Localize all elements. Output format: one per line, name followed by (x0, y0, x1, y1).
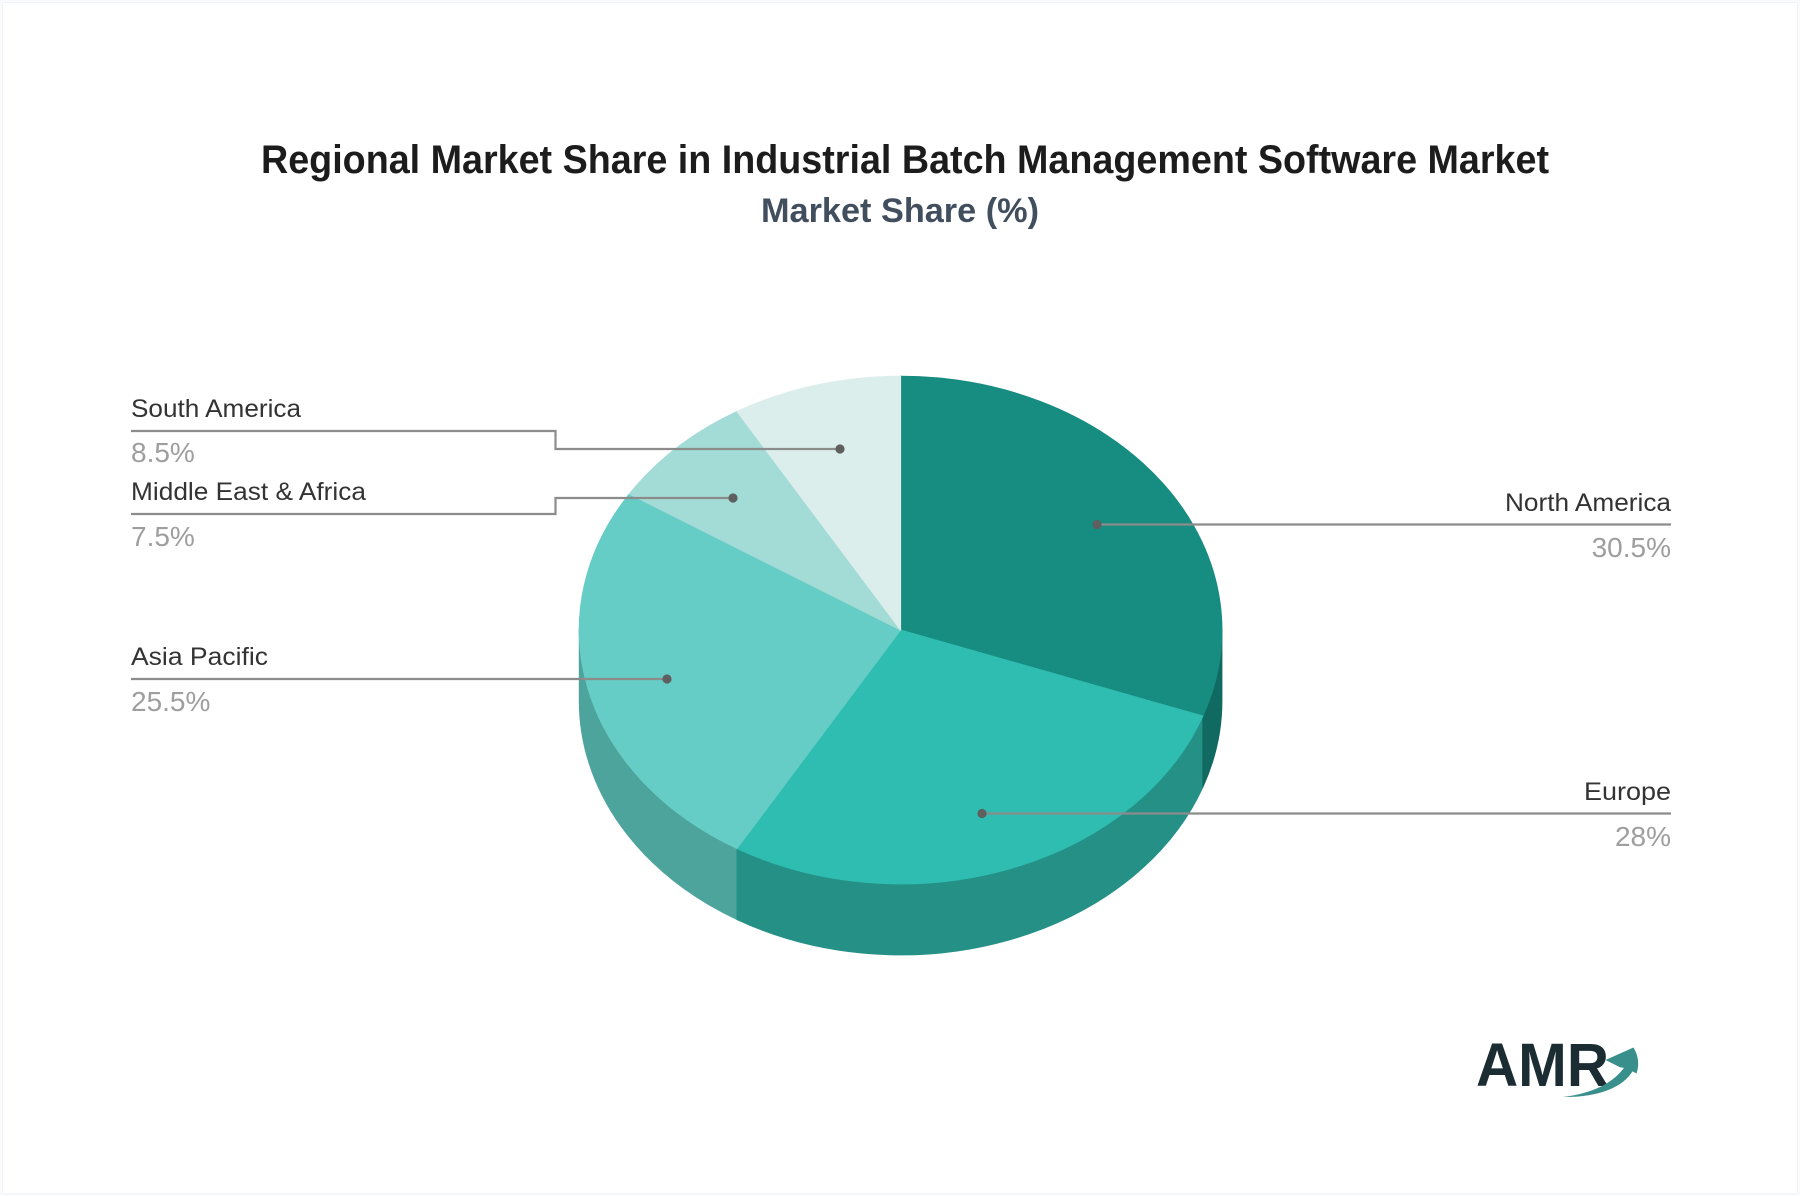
svg-text:Market Share (%): Market Share (%) (761, 192, 1039, 230)
svg-text:AMR: AMR (1476, 1031, 1609, 1099)
svg-text:Asia Pacific: Asia Pacific (131, 643, 268, 671)
svg-text:Middle East & Africa: Middle East & Africa (131, 478, 366, 506)
svg-text:25.5%: 25.5% (131, 686, 210, 717)
svg-text:South America: South America (131, 395, 301, 423)
svg-text:7.5%: 7.5% (131, 521, 195, 552)
svg-text:Europe: Europe (1584, 778, 1671, 806)
svg-text:North America: North America (1505, 489, 1671, 517)
svg-text:28%: 28% (1615, 821, 1671, 852)
svg-text:Regional Market Share in Indus: Regional Market Share in Industrial Batc… (261, 138, 1549, 182)
svg-text:8.5%: 8.5% (131, 437, 195, 468)
svg-text:30.5%: 30.5% (1592, 532, 1671, 563)
